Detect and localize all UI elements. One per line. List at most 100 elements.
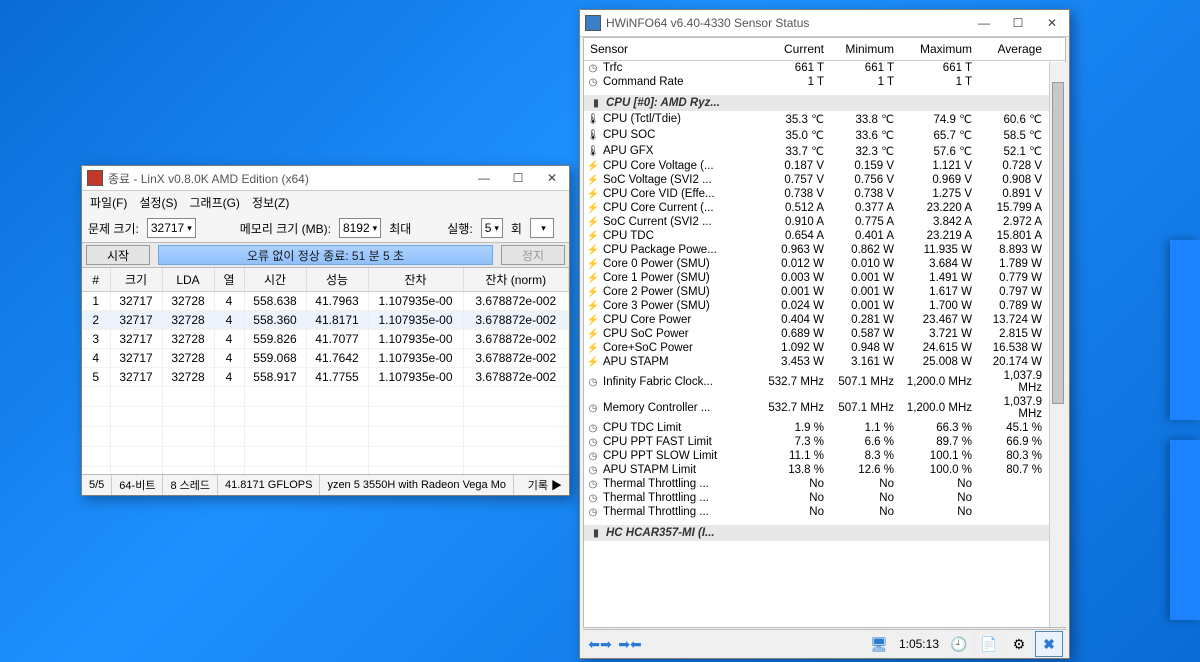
close-button[interactable]: ✕ — [535, 167, 569, 189]
col-minimum[interactable]: Minimum — [830, 42, 900, 56]
hwinfo-titlebar[interactable]: HWiNFO64 v6.40-4330 Sensor Status — ☐ ✕ — [580, 10, 1069, 37]
sensor-row[interactable]: CPU TDC Limit 1.9 % 1.1 % 66.3 % 45.1 % — [584, 421, 1065, 435]
sensor-row[interactable]: SoC Current (SVI2 ... 0.910 A 0.775 A 3.… — [584, 215, 1065, 229]
table-row[interactable]: 232717327284558.36041.81711.107935e-003.… — [82, 311, 569, 330]
sensor-row[interactable]: CPU SOC 35.0 ℃ 33.6 ℃ 65.7 ℃ 58.5 ℃ — [584, 127, 1065, 143]
sensor-row[interactable]: Trfc 661 T 661 T 661 T — [584, 61, 1065, 75]
clock-icon[interactable]: 🕘 — [945, 631, 973, 657]
volt-icon — [587, 160, 599, 172]
sensor-row[interactable]: APU STAPM 3.453 W 3.161 W 25.008 W 20.17… — [584, 355, 1065, 369]
hwinfo-columns[interactable]: Sensor Current Minimum Maximum Average — [584, 38, 1065, 61]
save-icon[interactable]: 📄 — [975, 631, 1003, 657]
table-row[interactable]: 432717327284559.06841.76421.107935e-003.… — [82, 349, 569, 368]
max-label[interactable]: 최대 — [389, 220, 411, 237]
minimize-button[interactable]: — — [967, 12, 1001, 34]
sensor-row[interactable]: Core 2 Power (SMU) 0.001 W 0.001 W 1.617… — [584, 285, 1065, 299]
close-x-icon[interactable]: ✖ — [1035, 631, 1063, 657]
sensor-row[interactable]: Infinity Fabric Clock... 532.7 MHz 507.1… — [584, 369, 1065, 395]
scrollbar-thumb[interactable] — [1052, 82, 1064, 404]
sensor-row[interactable]: Thermal Throttling ... No No No — [584, 491, 1065, 505]
col-header[interactable]: 시간 — [244, 268, 306, 292]
sensor-row[interactable]: APU STAPM Limit 13.8 % 12.6 % 100.0 % 80… — [584, 463, 1065, 477]
table-row[interactable]: 332717327284559.82641.70771.107935e-003.… — [82, 330, 569, 349]
linx-title: 종료 - LinX v0.8.0K AMD Edition (x64) — [108, 170, 467, 187]
sensor-row[interactable]: CPU Package Powe... 0.963 W 0.862 W 11.9… — [584, 243, 1065, 257]
sensor-row[interactable]: CPU SoC Power 0.689 W 0.587 W 3.721 W 2.… — [584, 327, 1065, 341]
table-row — [82, 427, 569, 447]
hwinfo-window: HWiNFO64 v6.40-4330 Sensor Status — ☐ ✕ … — [579, 9, 1070, 659]
volt-icon — [587, 202, 599, 214]
sensor-section[interactable]: HC HCAR357-MI (I... — [584, 525, 1065, 541]
close-button[interactable]: ✕ — [1035, 12, 1069, 34]
nav-fwd-icon[interactable]: ➡⬅ — [616, 631, 644, 657]
table-row — [82, 387, 569, 407]
maximize-button[interactable]: ☐ — [1001, 12, 1035, 34]
extra-combo[interactable]: ▾ — [530, 218, 554, 238]
sensor-row[interactable]: Thermal Throttling ... No No No — [584, 477, 1065, 491]
chip-icon — [590, 527, 602, 539]
sensor-row[interactable]: SoC Voltage (SVI2 ... 0.757 V 0.756 V 0.… — [584, 173, 1065, 187]
col-header[interactable]: 열 — [214, 268, 244, 292]
status-count: 5/5 — [82, 475, 112, 495]
status-threads: 8 스레드 — [163, 475, 218, 495]
menu-file[interactable]: 파일(F) — [90, 194, 127, 211]
sensor-row[interactable]: CPU Core Voltage (... 0.187 V 0.159 V 1.… — [584, 159, 1065, 173]
sensor-row[interactable]: Core+SoC Power 1.092 W 0.948 W 24.615 W … — [584, 341, 1065, 355]
sensor-row[interactable]: Core 0 Power (SMU) 0.012 W 0.010 W 3.684… — [584, 257, 1065, 271]
memory-combo[interactable]: 8192▾ — [339, 218, 381, 238]
sensor-row[interactable]: CPU (Tctl/Tdie) 35.3 ℃ 33.8 ℃ 74.9 ℃ 60.… — [584, 111, 1065, 127]
menu-settings[interactable]: 설정(S) — [139, 194, 177, 211]
maximize-button[interactable]: ☐ — [501, 167, 535, 189]
runs-combo[interactable]: 5▾ — [481, 218, 503, 238]
clock-icon — [587, 62, 599, 74]
col-header[interactable]: # — [82, 268, 110, 292]
stop-button[interactable]: 정지 — [501, 245, 565, 265]
start-button[interactable]: 시작 — [86, 245, 150, 265]
sensor-row[interactable]: Core 1 Power (SMU) 0.003 W 0.001 W 1.491… — [584, 271, 1065, 285]
col-sensor[interactable]: Sensor — [584, 42, 760, 56]
table-row[interactable]: 132717327284558.63841.79631.107935e-003.… — [82, 292, 569, 311]
col-maximum[interactable]: Maximum — [900, 42, 978, 56]
all-label[interactable]: 회 — [511, 220, 522, 237]
sensor-row[interactable]: Core 3 Power (SMU) 0.024 W 0.001 W 1.700… — [584, 299, 1065, 313]
col-header[interactable]: 잔차 (norm) — [463, 268, 569, 292]
sensor-row[interactable]: Command Rate 1 T 1 T 1 T — [584, 75, 1065, 89]
sensor-row[interactable]: CPU Core Current (... 0.512 A 0.377 A 23… — [584, 201, 1065, 215]
sensor-row[interactable]: CPU PPT FAST Limit 7.3 % 6.6 % 89.7 % 66… — [584, 435, 1065, 449]
desktop-accent-2 — [1170, 440, 1200, 620]
sensor-row[interactable]: APU GFX 33.7 ℃ 32.3 ℃ 57.6 ℃ 52.1 ℃ — [584, 143, 1065, 159]
clock-icon — [587, 492, 599, 504]
sensor-section[interactable]: CPU [#0]: AMD Ryz... — [584, 95, 1065, 111]
col-header[interactable]: 크기 — [110, 268, 162, 292]
col-header[interactable]: LDA — [162, 268, 214, 292]
scrollbar[interactable] — [1049, 62, 1066, 627]
linx-titlebar[interactable]: 종료 - LinX v0.8.0K AMD Edition (x64) — ☐ … — [82, 166, 569, 191]
clock-icon — [587, 450, 599, 462]
col-header[interactable]: 잔차 — [368, 268, 463, 292]
nav-back-icon[interactable]: ⬅➡ — [586, 631, 614, 657]
col-average[interactable]: Average — [978, 42, 1048, 56]
volt-icon — [587, 244, 599, 256]
col-header[interactable]: 성능 — [306, 268, 368, 292]
volt-icon — [587, 272, 599, 284]
sensor-row[interactable]: Thermal Throttling ... No No No — [584, 505, 1065, 519]
menu-graph[interactable]: 그래프(G) — [189, 194, 239, 211]
settings-icon[interactable]: ⚙ — [1005, 631, 1033, 657]
screens-icon[interactable]: 🖥 — [865, 631, 893, 657]
sensor-row[interactable]: CPU PPT SLOW Limit 11.1 % 8.3 % 100.1 % … — [584, 449, 1065, 463]
menu-info[interactable]: 정보(Z) — [252, 194, 289, 211]
sensor-row[interactable]: CPU TDC 0.654 A 0.401 A 23.219 A 15.801 … — [584, 229, 1065, 243]
linx-statusbar: 5/5 64-비트 8 스레드 41.8171 GFLOPS yzen 5 35… — [82, 474, 569, 495]
linx-result-grid: #크기LDA열시간성능잔차잔차 (norm) 132717327284558.6… — [82, 268, 569, 487]
status-log[interactable]: 기록 ▶ — [514, 475, 569, 495]
table-row[interactable]: 532717327284558.91741.77551.107935e-003.… — [82, 368, 569, 387]
sensor-row[interactable]: CPU Core VID (Effe... 0.738 V 0.738 V 1.… — [584, 187, 1065, 201]
problem-size-combo[interactable]: 32717▾ — [147, 218, 196, 238]
hwinfo-body: Sensor Current Minimum Maximum Average T… — [583, 37, 1066, 628]
sensor-row[interactable]: CPU Core Power 0.404 W 0.281 W 23.467 W … — [584, 313, 1065, 327]
col-current[interactable]: Current — [760, 42, 830, 56]
sensor-row[interactable]: Memory Controller ... 532.7 MHz 507.1 MH… — [584, 395, 1065, 421]
minimize-button[interactable]: — — [467, 167, 501, 189]
linx-menubar: 파일(F) 설정(S) 그래프(G) 정보(Z) — [82, 191, 569, 214]
desktop-accent — [1170, 240, 1200, 420]
